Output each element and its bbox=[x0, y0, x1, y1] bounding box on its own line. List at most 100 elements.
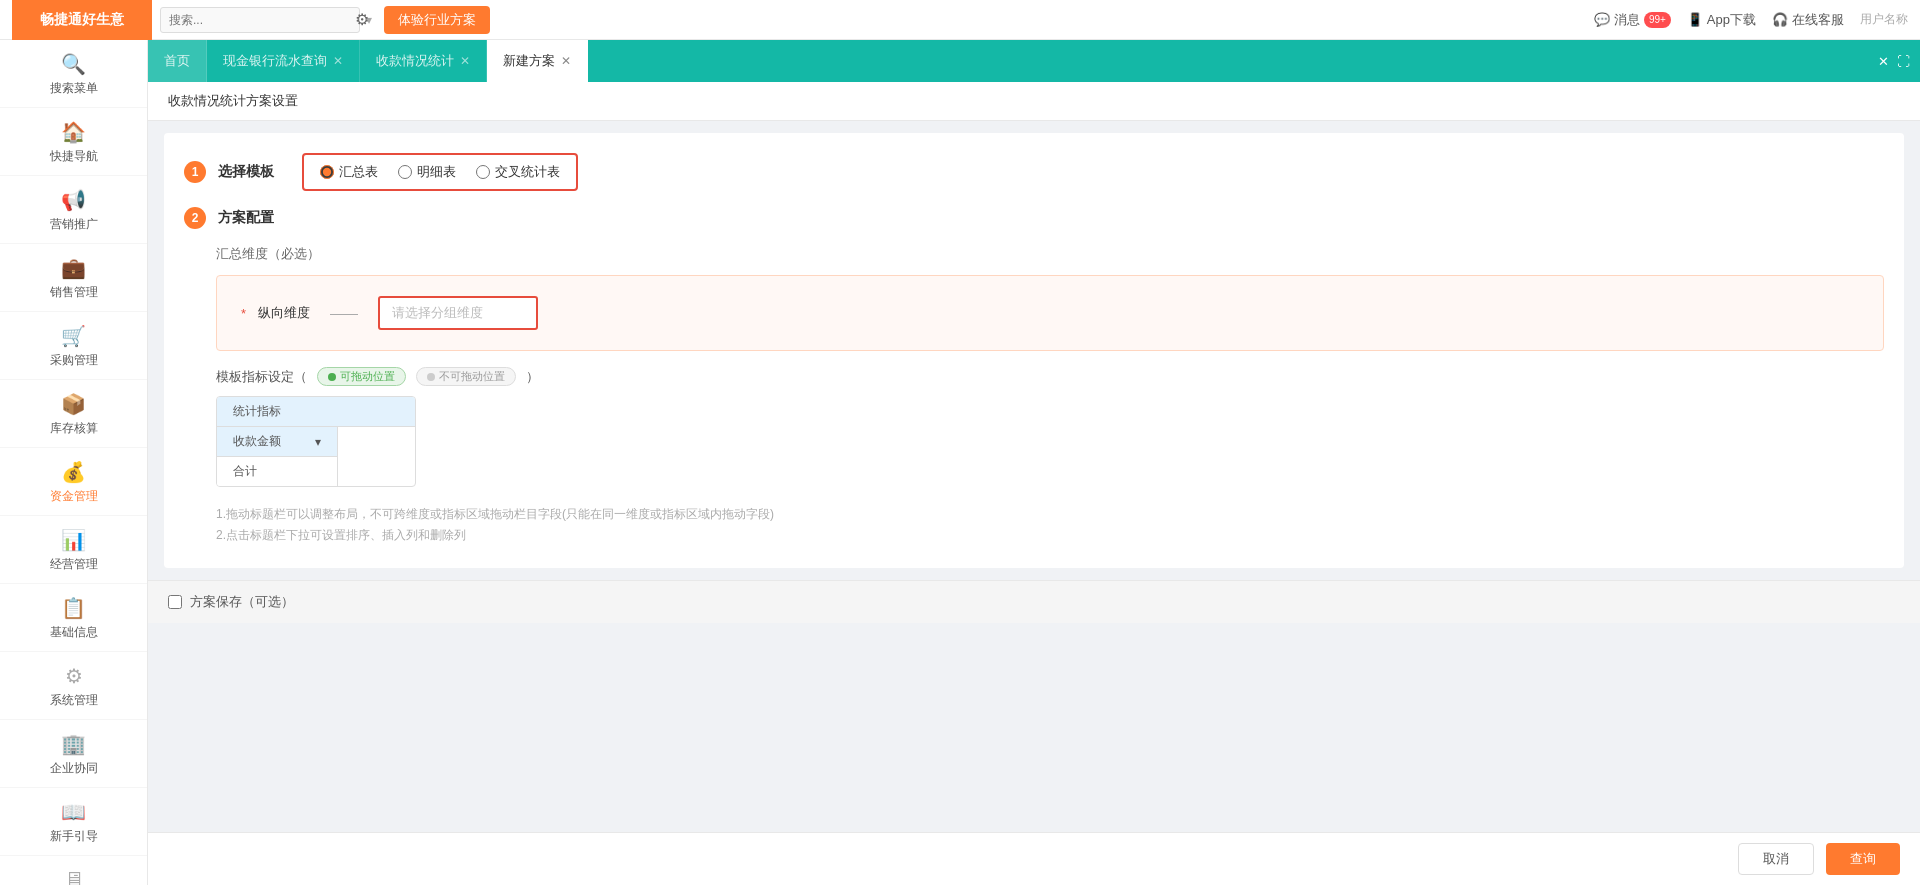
tab-bar: 首页 现金银行流水查询 ✕ 收款情况统计 ✕ 新建方案 ✕ ✕ ⛶ bbox=[148, 40, 1920, 82]
tab-home-label: 首页 bbox=[164, 52, 190, 70]
save-option-row: 方案保存（可选） bbox=[148, 580, 1920, 623]
chart-icon: 📊 bbox=[61, 528, 86, 552]
tab-controls: ✕ ⛶ bbox=[1868, 40, 1920, 82]
service-area[interactable]: 🎧 在线客服 bbox=[1772, 11, 1844, 29]
radio-cross-label: 交叉统计表 bbox=[495, 163, 560, 181]
indicator-title-text: 模板指标设定（ bbox=[216, 368, 307, 386]
sidebar-item-label: 销售管理 bbox=[50, 284, 98, 301]
radio-summary[interactable]: 汇总表 bbox=[320, 163, 378, 181]
tab-cashflow-label: 现金银行流水查询 bbox=[223, 52, 327, 70]
sidebar-item-guide[interactable]: 📖 新手引导 bbox=[0, 788, 147, 856]
topbar: 畅捷通好生意 ▾ ⚙ 体验行业方案 💬 消息 99+ 📱 App下载 🎧 在线客… bbox=[0, 0, 1920, 40]
row-total-label: 合计 bbox=[233, 464, 257, 478]
main-wrapper: 🔍 搜索菜单 🏠 快捷导航 📢 营销推广 💼 销售管理 🛒 采购管理 📦 库存核… bbox=[0, 40, 1920, 885]
dim-config: * 纵向维度 —— 请选择分组维度 bbox=[216, 275, 1884, 351]
step2-number: 2 bbox=[192, 211, 199, 225]
search-input[interactable] bbox=[160, 7, 360, 33]
draggable-badge: 可拖动位置 bbox=[317, 367, 406, 386]
sidebar-item-purchase[interactable]: 🛒 采购管理 bbox=[0, 312, 147, 380]
draggable-dot bbox=[328, 373, 336, 381]
sidebar-item-label: 快捷导航 bbox=[50, 148, 98, 165]
content-area: 首页 现金银行流水查询 ✕ 收款情况统计 ✕ 新建方案 ✕ ✕ ⛶ bbox=[148, 40, 1920, 885]
step2-section: 2 方案配置 汇总维度（必选） * 纵向维度 —— bbox=[184, 207, 1884, 544]
stats-col-header[interactable]: 收款金额 ▾ bbox=[217, 427, 337, 457]
template-radio-group: 汇总表 明细表 交叉统计表 bbox=[302, 153, 578, 191]
tab-new-plan-label: 新建方案 bbox=[503, 52, 555, 70]
sidebar-item-marketing[interactable]: 📢 营销推广 bbox=[0, 176, 147, 244]
cart-icon: 🛒 bbox=[61, 324, 86, 348]
building-icon: 🏢 bbox=[61, 732, 86, 756]
money-icon: 💰 bbox=[61, 460, 86, 484]
sidebar-item-label: 基础信息 bbox=[50, 624, 98, 641]
sidebar-item-base-info[interactable]: 📋 基础信息 bbox=[0, 584, 147, 652]
sidebar-item-enterprise[interactable]: 🏢 企业协同 bbox=[0, 720, 147, 788]
sidebar-item-label: 库存核算 bbox=[50, 420, 98, 437]
cancel-button[interactable]: 取消 bbox=[1738, 843, 1814, 875]
tips-section: 1.拖动标题栏可以调整布局，不可跨维度或指标区域拖动栏目字段(只能在同一维度或指… bbox=[216, 506, 1884, 544]
step1-circle: 1 bbox=[184, 161, 206, 183]
query-button[interactable]: 查询 bbox=[1826, 843, 1900, 875]
step2-circle: 2 bbox=[184, 207, 206, 229]
dim-label-text: 纵向维度 bbox=[258, 304, 310, 322]
tab-new-plan[interactable]: 新建方案 ✕ bbox=[487, 40, 588, 82]
radio-detail-input[interactable] bbox=[398, 165, 412, 179]
gear-icon[interactable]: ⚙ bbox=[348, 6, 376, 34]
tab-home[interactable]: 首页 bbox=[148, 40, 207, 82]
tab-cashflow[interactable]: 现金银行流水查询 ✕ bbox=[207, 40, 360, 82]
sidebar-item-label: 采购管理 bbox=[50, 352, 98, 369]
col-dropdown-icon[interactable]: ▾ bbox=[315, 435, 321, 449]
sidebar-item-search[interactable]: 🔍 搜索菜单 bbox=[0, 40, 147, 108]
radio-summary-input[interactable] bbox=[320, 165, 334, 179]
tab-receipts-label: 收款情况统计 bbox=[376, 52, 454, 70]
sidebar-item-system[interactable]: ⚙ 系统管理 bbox=[0, 652, 147, 720]
search-icon: 🔍 bbox=[61, 52, 86, 76]
save-option-label: 方案保存（可选） bbox=[190, 593, 294, 611]
message-badge: 99+ bbox=[1644, 12, 1671, 28]
book-icon: 📖 bbox=[61, 800, 86, 824]
monitor-icon: 🖥 bbox=[64, 868, 84, 885]
step1-label: 选择模板 bbox=[218, 163, 274, 181]
stats-left-col: 收款金额 ▾ 合计 bbox=[217, 427, 338, 486]
tab-cashflow-close[interactable]: ✕ bbox=[333, 54, 343, 68]
logo-text: 畅捷通好生意 bbox=[40, 11, 124, 29]
topbar-right: 💬 消息 99+ 📱 App下载 🎧 在线客服 用户名称 bbox=[1594, 11, 1908, 29]
step1-row: 1 选择模板 汇总表 明细表 交 bbox=[184, 153, 1884, 191]
dim-row: * 纵向维度 —— 请选择分组维度 bbox=[241, 296, 1859, 330]
briefcase-icon: 💼 bbox=[61, 256, 86, 280]
sidebar-item-sales[interactable]: 💼 销售管理 bbox=[0, 244, 147, 312]
settings-icon: ⚙ bbox=[65, 664, 83, 688]
sidebar-item-label: 企业协同 bbox=[50, 760, 98, 777]
tab-receipts-close[interactable]: ✕ bbox=[460, 54, 470, 68]
step1-number: 1 bbox=[192, 165, 199, 179]
radio-detail-label: 明细表 bbox=[417, 163, 456, 181]
sidebar-item-operations[interactable]: 📊 经营管理 bbox=[0, 516, 147, 584]
sidebar-item-inventory[interactable]: 📦 库存核算 bbox=[0, 380, 147, 448]
sidebar-item-label: 搜索菜单 bbox=[50, 80, 98, 97]
download-area[interactable]: 📱 App下载 bbox=[1687, 11, 1756, 29]
message-label: 消息 bbox=[1614, 11, 1640, 29]
sidebar-item-nav[interactable]: 🏠 快捷导航 bbox=[0, 108, 147, 176]
megaphone-icon: 📢 bbox=[61, 188, 86, 212]
save-checkbox[interactable] bbox=[168, 595, 182, 609]
radio-cross-input[interactable] bbox=[476, 165, 490, 179]
user-area[interactable]: 用户名称 bbox=[1860, 11, 1908, 28]
tab-new-plan-close[interactable]: ✕ bbox=[561, 54, 571, 68]
radio-cross[interactable]: 交叉统计表 bbox=[476, 163, 560, 181]
sidebar-item-hardware[interactable]: 🖥 智能硬件 bbox=[0, 856, 147, 885]
message-icon-area[interactable]: 💬 消息 99+ bbox=[1594, 11, 1671, 29]
radio-detail[interactable]: 明细表 bbox=[398, 163, 456, 181]
tab-expand-icon[interactable]: ⛶ bbox=[1897, 54, 1910, 69]
sidebar-item-label: 系统管理 bbox=[50, 692, 98, 709]
page-title: 收款情况统计方案设置 bbox=[168, 93, 298, 108]
sidebar-item-finance[interactable]: 💰 资金管理 bbox=[0, 448, 147, 516]
search-area: ▾ bbox=[160, 7, 340, 33]
tab-receipts[interactable]: 收款情况统计 ✕ bbox=[360, 40, 487, 82]
sidebar-item-label: 经营管理 bbox=[50, 556, 98, 573]
trial-button[interactable]: 体验行业方案 bbox=[384, 6, 490, 34]
download-label: App下载 bbox=[1707, 11, 1756, 29]
app-logo: 畅捷通好生意 bbox=[12, 0, 152, 40]
tab-close-all-icon[interactable]: ✕ bbox=[1878, 54, 1889, 69]
dim-select-dropdown[interactable]: 请选择分组维度 bbox=[378, 296, 538, 330]
radio-summary-label: 汇总表 bbox=[339, 163, 378, 181]
indicator-title: 模板指标设定（ 可拖动位置 不可拖动位置 ） bbox=[216, 367, 1884, 386]
